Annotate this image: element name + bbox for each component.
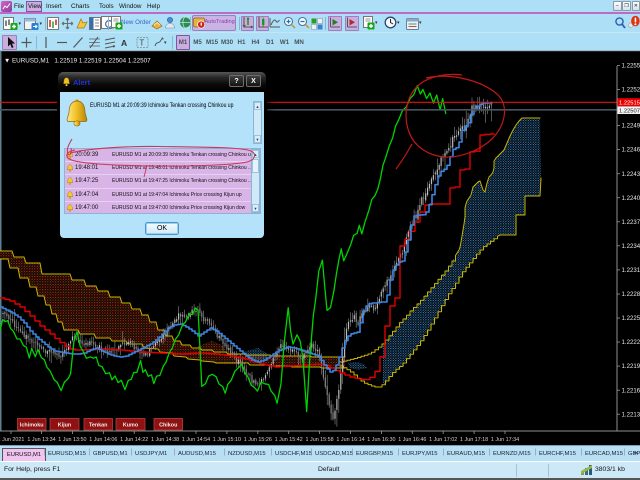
svg-text:▼ EURUSD,M1 1.22519 1.22519: ▼ EURUSD,M1 1.22519 1.22519 1.22504 1.22… [4,58,151,65]
svg-text:1 Jun 13:34: 1 Jun 13:34 [27,437,55,443]
svg-text:1 Jun 17:18: 1 Jun 17:18 [460,437,488,443]
svg-text:1.22135: 1.22135 [622,411,640,418]
svg-text:1.22165: 1.22165 [622,387,640,394]
svg-text:1 Jun 15:58: 1 Jun 15:58 [306,437,334,443]
svg-text:1.22255: 1.22255 [622,315,640,322]
svg-text:1 Jun 14:54: 1 Jun 14:54 [182,437,210,443]
svg-text:Ichimoku: Ichimoku [20,423,44,429]
svg-text:1 Jun 14:06: 1 Jun 14:06 [89,437,117,443]
svg-text:1 Jun 15:42: 1 Jun 15:42 [275,437,303,443]
svg-text:Chikou: Chikou [159,423,177,429]
svg-text:1.22525: 1.22525 [622,87,640,94]
svg-text:1.22435: 1.22435 [622,171,640,178]
svg-text:1.22507: 1.22507 [619,108,640,114]
svg-text:1 Jun 15:10: 1 Jun 15:10 [213,437,241,443]
svg-text:1 Jun 17:34: 1 Jun 17:34 [491,437,519,443]
svg-text:1 Jun 13:50: 1 Jun 13:50 [58,437,86,443]
svg-text:1.22195: 1.22195 [622,363,640,370]
svg-text:1 Jun 16:30: 1 Jun 16:30 [367,437,395,443]
svg-text:Tenkan: Tenkan [89,423,107,429]
svg-text:1.22225: 1.22225 [622,339,640,346]
svg-text:1 Jun 16:46: 1 Jun 16:46 [398,437,426,443]
svg-text:1 Jun 2021: 1 Jun 2021 [0,437,24,443]
svg-text:1 Jun 14:38: 1 Jun 14:38 [151,437,179,443]
svg-text:1 Jun 17:02: 1 Jun 17:02 [429,437,457,443]
svg-text:T: T [139,39,144,48]
svg-text:1.22285: 1.22285 [622,291,640,298]
svg-text:1 Jun 14:22: 1 Jun 14:22 [120,437,148,443]
svg-text:1.22495: 1.22495 [622,123,640,130]
svg-text:1.22555: 1.22555 [622,63,640,70]
svg-text:1.22375: 1.22375 [622,219,640,226]
svg-text:1.22345: 1.22345 [622,243,640,250]
svg-text:Kumo: Kumo [123,423,139,429]
svg-text:1 Jun 15:26: 1 Jun 15:26 [244,437,272,443]
svg-text:1 Jun 16:14: 1 Jun 16:14 [336,437,364,443]
svg-text:1.22405: 1.22405 [622,195,640,202]
svg-text:Kijun: Kijun [58,423,71,429]
svg-text:1.22465: 1.22465 [622,147,640,154]
svg-text:1.22315: 1.22315 [622,267,640,274]
svg-text:1.22515: 1.22515 [619,101,640,107]
